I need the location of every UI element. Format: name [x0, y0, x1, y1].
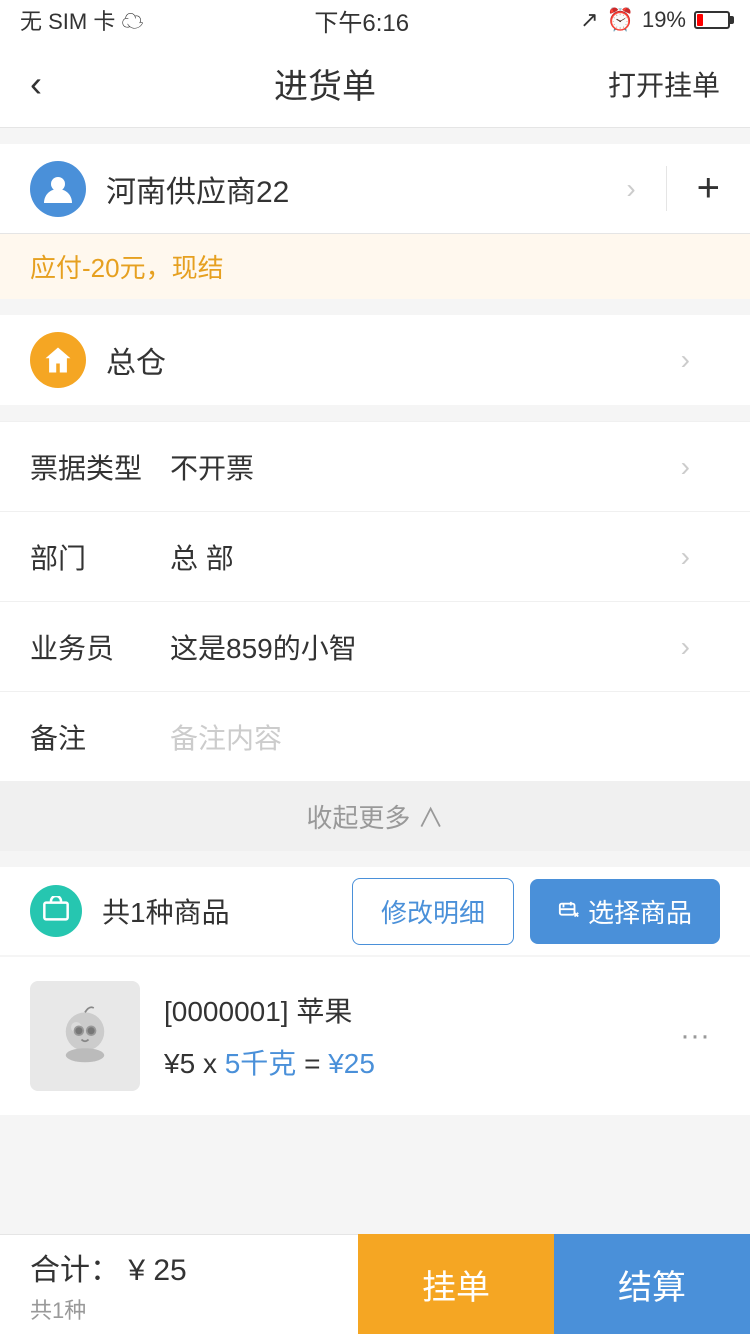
select-product-button[interactable]: 选择商品 — [530, 879, 720, 944]
remark-label: 备注 — [30, 717, 150, 757]
product-item: [0000001] 苹果 ¥5 x 5千克 = ¥25 ··· — [0, 957, 750, 1115]
footer-total-amount: 合计： ¥ 25 — [30, 1245, 328, 1289]
battery-icon — [694, 11, 730, 29]
product-equals: = — [304, 1048, 328, 1079]
open-pending-button[interactable]: 打开挂单 — [608, 64, 720, 104]
select-product-label: 选择商品 — [588, 893, 692, 930]
invoice-type-value: 不开票 — [170, 447, 681, 487]
location-icon: ↗ — [580, 7, 598, 33]
pending-button[interactable]: 挂单 — [358, 1234, 554, 1334]
department-label: 部门 — [30, 537, 150, 577]
checkout-label: 结算 — [618, 1260, 686, 1309]
cart-icon — [41, 896, 71, 926]
add-button[interactable]: + — [666, 166, 720, 211]
house-icon — [42, 344, 74, 376]
supplier-row[interactable]: 河南供应商22 › + — [0, 144, 750, 234]
product-info: [0000001] 苹果 ¥5 x 5千克 = ¥25 — [164, 990, 646, 1082]
department-value: 总 部 — [170, 537, 681, 577]
collapse-toggle[interactable]: 收起更多 ∧ — [0, 781, 750, 851]
product-total: ¥25 — [328, 1048, 375, 1079]
supplier-alert: 应付-20元，现结 — [0, 234, 750, 299]
department-chevron-icon: › — [681, 541, 690, 573]
product-quantity: 5千克 — [225, 1048, 297, 1079]
supplier-name: 河南供应商22 — [106, 167, 626, 211]
invoice-type-row[interactable]: 票据类型 不开票 › — [0, 421, 750, 511]
department-row[interactable]: 部门 总 部 › — [0, 511, 750, 601]
product-thumbnail — [30, 981, 140, 1091]
footer-spacer — [0, 1115, 750, 1225]
product-name: [0000001] 苹果 — [164, 990, 646, 1030]
product-code: [0000001] — [164, 996, 289, 1027]
total-label: 合计： — [30, 1254, 120, 1287]
product-placeholder-icon — [50, 1001, 120, 1071]
person-icon — [40, 171, 76, 207]
warehouse-row[interactable]: 总仓 › — [0, 315, 750, 405]
status-left: 无 SIM 卡 ☁ — [20, 4, 143, 36]
salesperson-label: 业务员 — [30, 627, 150, 667]
product-header: 共1种商品 修改明细 选择商品 — [0, 867, 750, 955]
footer: 合计： ¥ 25 共1种 挂单 结算 — [0, 1234, 750, 1334]
select-product-icon — [558, 900, 580, 922]
product-price-row: ¥5 x 5千克 = ¥25 — [164, 1042, 646, 1082]
page-title: 进货单 — [274, 59, 376, 108]
product-count-text: 共1种商品 — [102, 891, 352, 931]
invoice-chevron-icon: › — [681, 451, 690, 483]
product-unit-price: ¥5 — [164, 1048, 195, 1079]
alarm-icon: ⏰ — [607, 7, 634, 33]
divider-1 — [0, 128, 750, 144]
checkout-button[interactable]: 结算 — [554, 1234, 750, 1334]
supplier-avatar — [30, 161, 86, 217]
status-right: ↗ ⏰ 19% — [580, 7, 730, 33]
product-multiply: x — [203, 1048, 225, 1079]
warehouse-section: 总仓 › — [0, 315, 750, 405]
salesperson-chevron-icon: › — [681, 631, 690, 663]
invoice-type-label: 票据类型 — [30, 447, 150, 487]
product-more-button[interactable]: ··· — [670, 1009, 720, 1063]
total-amount: ¥ 25 — [128, 1254, 186, 1287]
warehouse-icon — [30, 332, 86, 388]
collapse-label: 收起更多 ∧ — [306, 798, 443, 835]
footer-total: 合计： ¥ 25 共1种 — [0, 1234, 358, 1334]
warehouse-name: 总仓 — [106, 338, 681, 382]
status-time: 下午6:16 — [314, 3, 409, 38]
pending-label: 挂单 — [422, 1260, 490, 1309]
salesperson-row[interactable]: 业务员 这是859的小智 › — [0, 601, 750, 691]
chevron-right-icon: › — [626, 173, 635, 205]
supplier-section: 河南供应商22 › + 应付-20元，现结 — [0, 144, 750, 299]
footer-total-count: 共1种 — [30, 1293, 328, 1325]
warehouse-chevron-icon: › — [681, 344, 690, 376]
battery-percent: 19% — [642, 7, 686, 33]
remark-placeholder: 备注内容 — [170, 717, 720, 757]
nav-bar: ‹ 进货单 打开挂单 — [0, 40, 750, 128]
sim-signal: 无 SIM 卡 ☁ — [20, 4, 143, 36]
salesperson-value: 这是859的小智 — [170, 627, 681, 667]
status-bar: 无 SIM 卡 ☁ 下午6:16 ↗ ⏰ 19% — [0, 0, 750, 40]
product-count-icon — [30, 885, 82, 937]
form-section: 票据类型 不开票 › 部门 总 部 › 业务员 这是859的小智 › 备注 备注… — [0, 421, 750, 851]
product-title: 苹果 — [296, 996, 352, 1027]
back-button[interactable]: ‹ — [30, 63, 42, 105]
remark-row[interactable]: 备注 备注内容 — [0, 691, 750, 781]
modify-detail-button[interactable]: 修改明细 — [352, 878, 514, 945]
